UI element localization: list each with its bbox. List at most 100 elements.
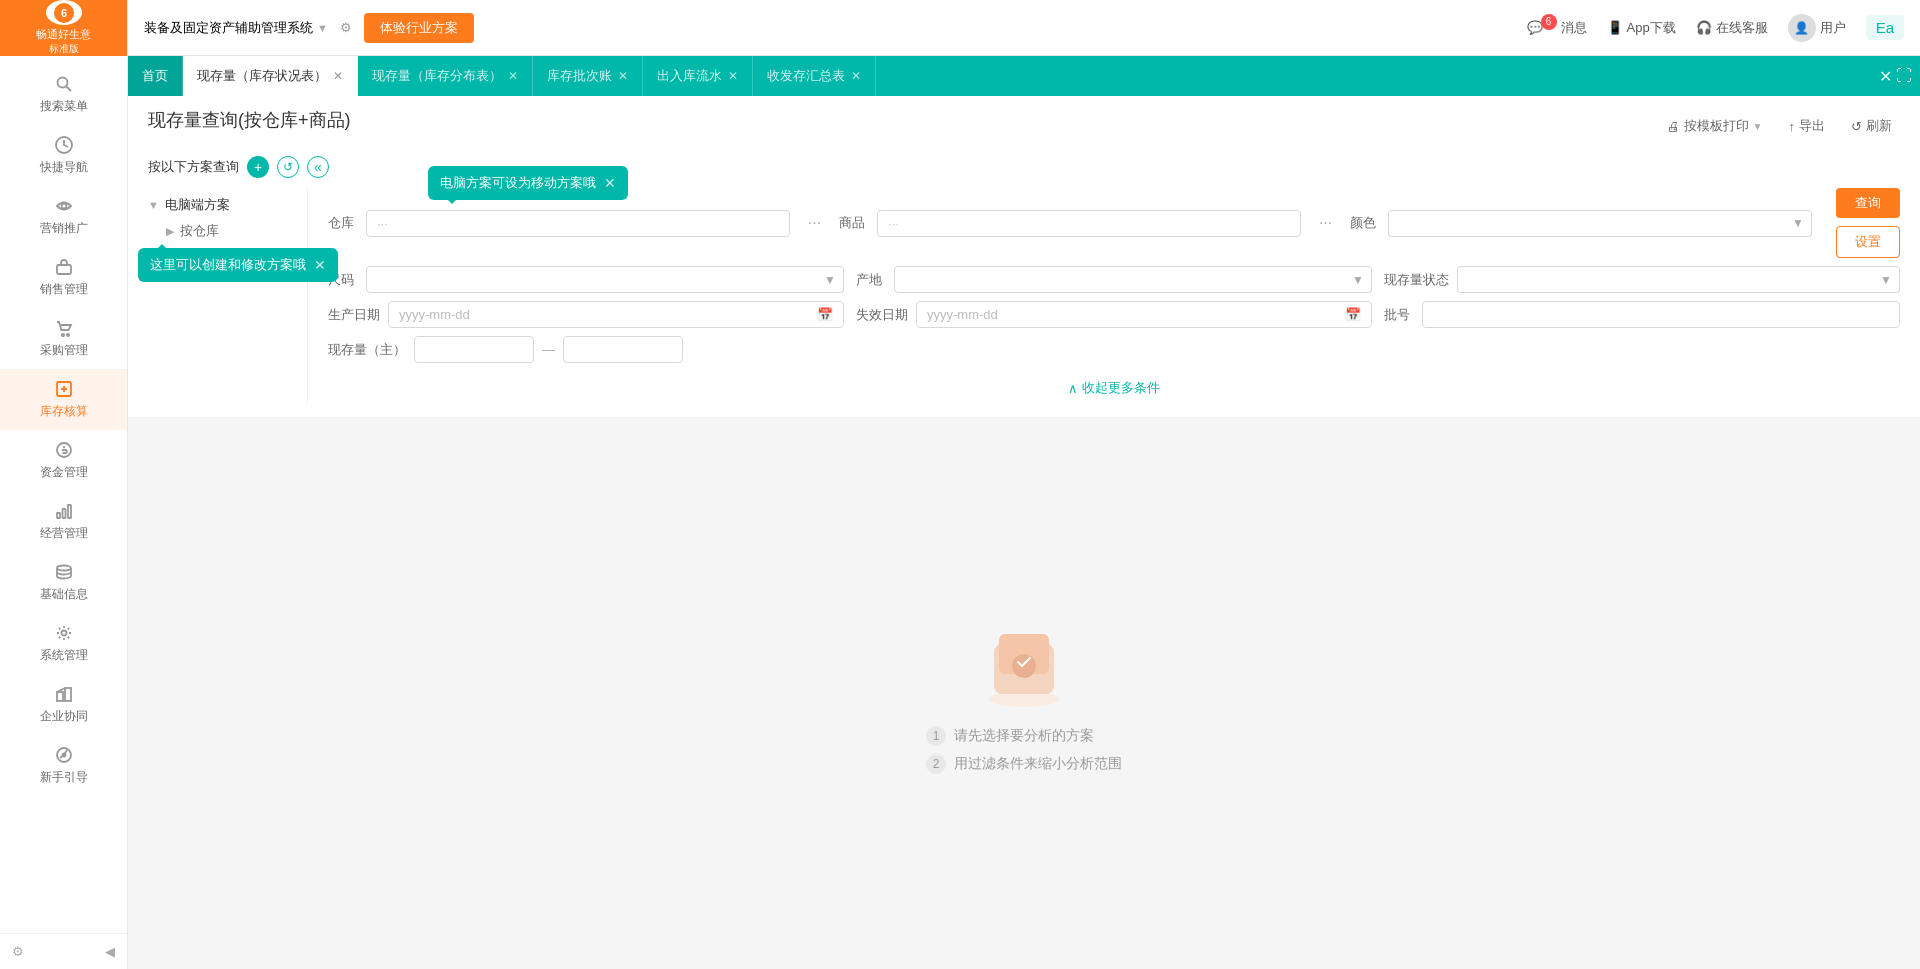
svg-rect-14: [62, 509, 65, 518]
origin-select[interactable]: [894, 266, 1372, 293]
tab-close-icon[interactable]: ✕: [508, 69, 518, 83]
goods-input[interactable]: ···: [877, 210, 1301, 237]
sidebar-item-system[interactable]: 系统管理: [0, 613, 127, 674]
sidebar-item-enterprise[interactable]: 企业协同: [0, 674, 127, 735]
sidebar-item-label: 采购管理: [40, 342, 88, 359]
sidebar-item-basic[interactable]: 基础信息: [0, 552, 127, 613]
tooltip-close-btn2[interactable]: ✕: [314, 257, 326, 273]
size-select[interactable]: [366, 266, 844, 293]
filter-row-3: 生产日期 yyyy-mm-dd 📅 失效日期 yyyy-mm-dd 📅: [328, 301, 1900, 328]
tab-in-out-flow[interactable]: 出入库流水 ✕: [643, 56, 753, 96]
step1-text: 请先选择要分析的方案: [954, 727, 1094, 745]
production-date-label: 生产日期: [328, 306, 380, 324]
sidebar-item-label: 新手引导: [40, 769, 88, 786]
svg-rect-13: [57, 513, 60, 518]
tooltip-close-btn[interactable]: ✕: [604, 175, 616, 191]
collapse-icon[interactable]: ◀: [105, 944, 115, 959]
tooltip-create-plan: 这里可以创建和修改方案哦 ✕: [138, 248, 338, 282]
reset-btn[interactable]: 设置: [1836, 226, 1900, 258]
print-icon: 🖨: [1667, 119, 1680, 134]
tab-maximize-icon[interactable]: ⛶: [1896, 67, 1912, 85]
refresh-label: 刷新: [1866, 117, 1892, 135]
sidebar-item-label: 销售管理: [40, 281, 88, 298]
plan-item-warehouse[interactable]: ▶ 按仓库: [166, 218, 287, 244]
sidebar-item-sales[interactable]: 销售管理: [0, 247, 127, 308]
system-title-select[interactable]: 装备及固定资产辅助管理系统 ▼: [144, 19, 328, 37]
expiry-date-input[interactable]: yyyy-mm-dd 📅: [916, 301, 1372, 328]
content-area: 现存量查询(按仓库+商品) 🖨 按模板打印 ▼ ↑ 导出 ↺ 刷新: [128, 96, 1920, 969]
print-btn[interactable]: 🖨 按模板打印 ▼: [1659, 113, 1771, 139]
tab-bar: 首页 现存量（库存状况表） ✕ 现存量（库存分布表） ✕ 库存批次账 ✕ 出入库…: [128, 56, 1920, 96]
empty-step2: 2 用过滤条件来缩小分析范围: [926, 754, 1122, 774]
logo-icon: 6: [46, 0, 82, 25]
filter-row-2: 尺码 ▼ 产地: [328, 266, 1900, 293]
warehouse-more-btn[interactable]: ···: [802, 214, 827, 232]
add-plan-btn[interactable]: +: [247, 156, 269, 178]
app-download-btn[interactable]: 📱 App下载: [1607, 19, 1676, 37]
svg-rect-18: [57, 692, 63, 701]
production-date-input[interactable]: yyyy-mm-dd 📅: [388, 301, 844, 328]
sidebar-item-marketing[interactable]: 营销推广: [0, 186, 127, 247]
field-color: 颜色 ▼: [1350, 210, 1812, 237]
field-stock-status: 现存量状态 ▼: [1384, 266, 1900, 293]
warehouse-label: 仓库: [328, 214, 358, 232]
back-btn[interactable]: «: [307, 156, 329, 178]
stock-main-to[interactable]: [563, 336, 683, 363]
plan-item-label: 按仓库: [180, 222, 219, 240]
refresh-icon: ↺: [1851, 119, 1862, 134]
warehouse-input[interactable]: ···: [366, 210, 790, 237]
batch-no-input[interactable]: [1422, 301, 1900, 328]
sidebar-item-operations[interactable]: 经营管理: [0, 491, 127, 552]
tab-end-buttons: ✕ ⛶: [1879, 67, 1920, 86]
sidebar-item-inventory[interactable]: 库存核算: [0, 369, 127, 430]
logo[interactable]: 6 畅通好生意 标准版: [0, 0, 127, 56]
collapse-btn[interactable]: ∧ 收起更多条件: [328, 371, 1900, 405]
tab-receive-summary[interactable]: 收发存汇总表 ✕: [753, 56, 876, 96]
sidebar: 6 畅通好生意 标准版 搜索菜单 快捷导航 营销推广 销售管理 采购管理: [0, 0, 128, 969]
empty-step1: 1 请先选择要分析的方案: [926, 726, 1122, 746]
sidebar-nav: 搜索菜单 快捷导航 营销推广 销售管理 采购管理 库存核算 资金: [0, 56, 127, 933]
headset-icon: 🎧: [1696, 20, 1712, 35]
page-header: 现存量查询(按仓库+商品) 🖨 按模板打印 ▼ ↑ 导出 ↺ 刷新: [128, 96, 1920, 144]
tab-close-icon[interactable]: ✕: [851, 69, 861, 83]
sidebar-item-purchase[interactable]: 采购管理: [0, 308, 127, 369]
sidebar-item-label: 搜索菜单: [40, 98, 88, 115]
refresh-btn[interactable]: ↺ 刷新: [1843, 113, 1900, 139]
tab-close-all-icon[interactable]: ✕: [1879, 67, 1892, 86]
tab-inventory-dist[interactable]: 现存量（库存分布表） ✕: [358, 56, 533, 96]
filter-action-buttons: 查询 设置: [1836, 188, 1900, 258]
tab-close-icon[interactable]: ✕: [728, 69, 738, 83]
tab-inventory-status[interactable]: 现存量（库存状况表） ✕: [183, 56, 358, 96]
stock-status-select[interactable]: [1457, 266, 1900, 293]
stock-main-from[interactable]: [414, 336, 534, 363]
sidebar-item-search-menu[interactable]: 搜索菜单: [0, 64, 127, 125]
export-label: 导出: [1799, 117, 1825, 135]
collapse-label: 收起更多条件: [1082, 379, 1160, 397]
svg-text:6: 6: [60, 7, 66, 19]
sidebar-item-quick-nav[interactable]: 快捷导航: [0, 125, 127, 186]
tab-batch-account[interactable]: 库存批次账 ✕: [533, 56, 643, 96]
reload-plan-btn[interactable]: ↺: [277, 156, 299, 178]
support-btn[interactable]: 🎧 在线客服: [1696, 19, 1768, 37]
sidebar-item-finance[interactable]: 资金管理: [0, 430, 127, 491]
settings-icon[interactable]: ⚙: [340, 20, 352, 35]
settings-icon[interactable]: ⚙: [12, 944, 24, 959]
tab-close-icon[interactable]: ✕: [618, 69, 628, 83]
print-dropdown-icon: ▼: [1753, 121, 1763, 132]
color-select[interactable]: [1388, 210, 1812, 237]
size-select-wrapper: ▼: [366, 266, 844, 293]
sidebar-item-guide[interactable]: 新手引导: [0, 735, 127, 796]
search-btn[interactable]: 查询: [1836, 188, 1900, 218]
user-btn[interactable]: 👤 用户: [1788, 14, 1846, 42]
industry-btn[interactable]: 体验行业方案: [364, 13, 474, 43]
field-origin: 产地 ▼: [856, 266, 1372, 293]
tab-close-icon[interactable]: ✕: [333, 69, 343, 83]
plan-label: 电脑端方案: [165, 196, 230, 214]
plan-tree-item-desktop[interactable]: ▼ 电脑端方案: [148, 192, 287, 218]
export-btn[interactable]: ↑ 导出: [1781, 113, 1834, 139]
goods-label: 商品: [839, 214, 869, 232]
messages-btn[interactable]: 💬 6 消息: [1527, 19, 1587, 37]
tab-home[interactable]: 首页: [128, 56, 183, 96]
dropdown-icon: ▼: [317, 22, 328, 34]
goods-more-btn[interactable]: ···: [1313, 214, 1338, 232]
